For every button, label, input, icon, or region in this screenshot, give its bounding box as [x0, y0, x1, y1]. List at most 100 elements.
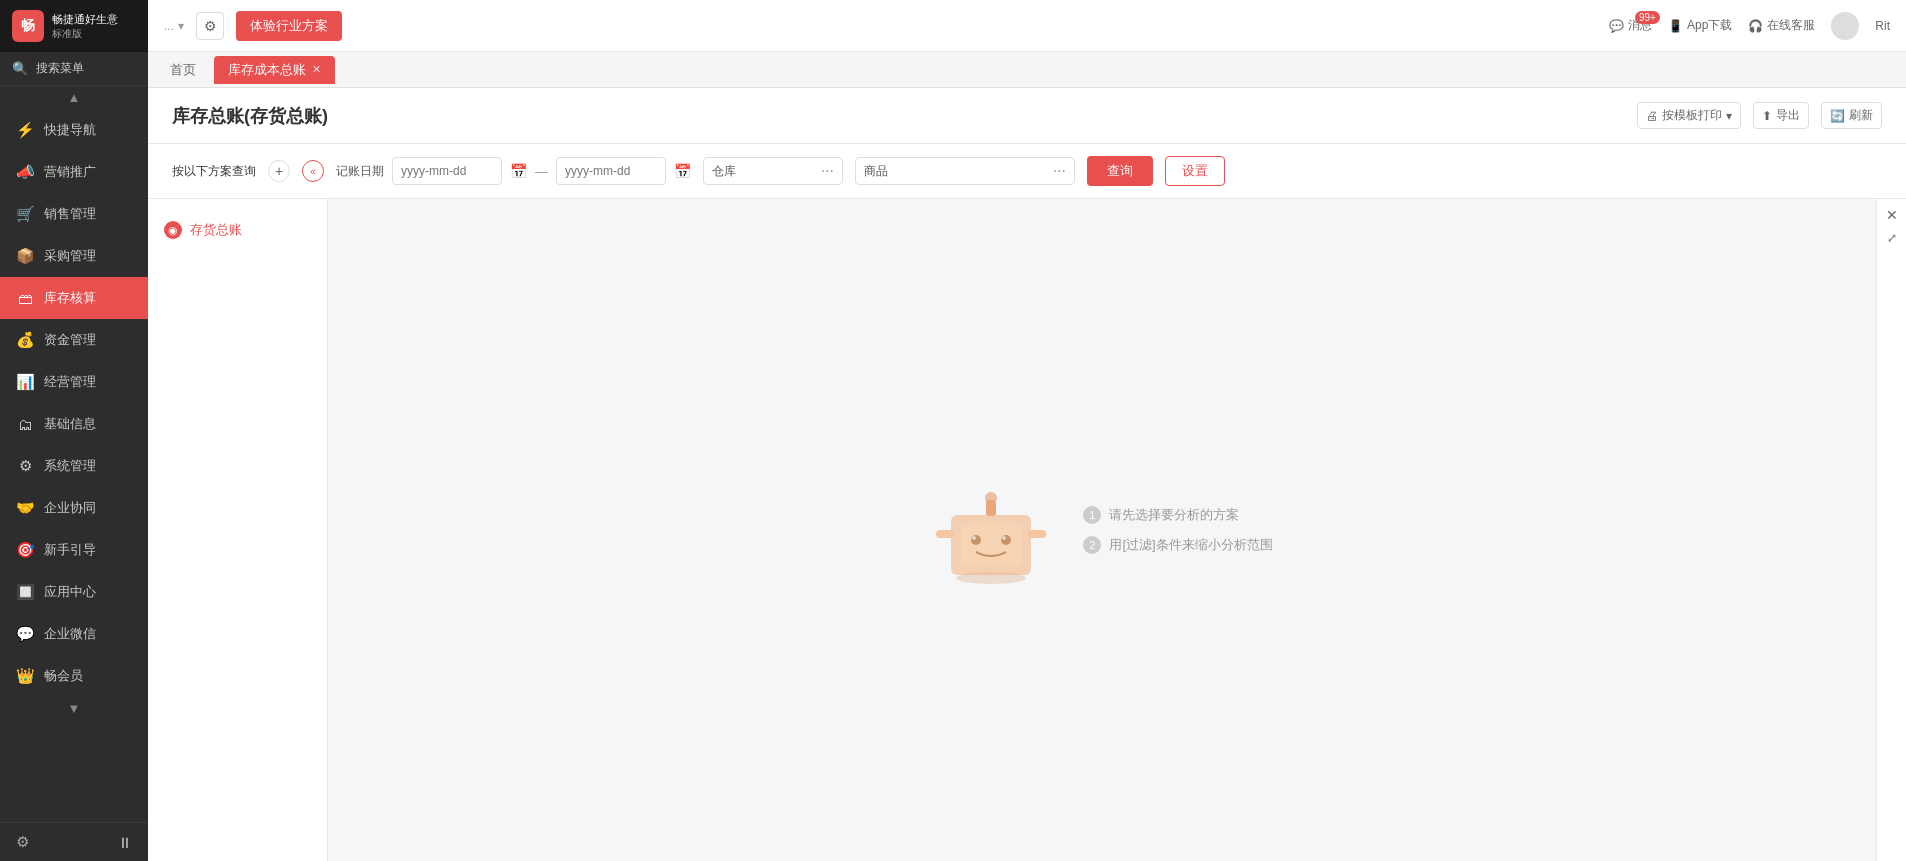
- product-label: 商品: [864, 163, 1053, 180]
- refresh-btn[interactable]: 🔄 刷新: [1821, 102, 1882, 129]
- message-icon: 💬: [1609, 19, 1624, 33]
- app-center-icon: 🔲: [16, 583, 34, 601]
- body-area: ◉ 存货总账: [148, 199, 1906, 861]
- product-select[interactable]: 商品 ···: [855, 157, 1075, 185]
- gear-button[interactable]: ⚙: [196, 12, 224, 40]
- sidebar-item-vip[interactable]: 👑 畅会员: [0, 655, 148, 697]
- warehouse-select[interactable]: 仓库 ···: [703, 157, 843, 185]
- breadcrumb-chevron: ▾: [178, 19, 184, 33]
- settings-footer-icon[interactable]: ⚙: [16, 833, 29, 851]
- sidebar-item-cooperation[interactable]: 🤝 企业协同: [0, 487, 148, 529]
- user-avatar[interactable]: [1831, 12, 1859, 40]
- export-icon: ⬆: [1762, 109, 1772, 123]
- cooperation-icon: 🤝: [16, 499, 34, 517]
- sidebar-item-management[interactable]: 📊 经营管理: [0, 361, 148, 403]
- panel-close-icon[interactable]: ✕: [1886, 207, 1898, 223]
- sidebar-footer: ⚙ ⏸: [0, 822, 148, 861]
- sidebar-item-capital[interactable]: 💰 资金管理: [0, 319, 148, 361]
- page-header: 库存总账(存货总账) 🖨 按模板打印 ▾ ⬆ 导出 🔄 刷新: [148, 88, 1906, 144]
- collapse-icon[interactable]: ⏸: [117, 834, 132, 851]
- scroll-down-btn[interactable]: ▼: [0, 697, 148, 720]
- guide-icon: 🎯: [16, 541, 34, 559]
- sidebar-item-base[interactable]: 🗂 基础信息: [0, 403, 148, 445]
- sidebar-nav: ▲ ⚡ 快捷导航 📣 营销推广 🛒 销售管理 📦 采购管理 🗃 库存核算 💰 资…: [0, 86, 148, 822]
- breadcrumb: ... ▾: [164, 19, 188, 33]
- side-filter-item-inventory-ledger[interactable]: ◉ 存货总账: [148, 211, 327, 249]
- inventory-icon: 🗃: [16, 290, 34, 307]
- date-end-input[interactable]: [556, 157, 666, 185]
- tab-home[interactable]: 首页: [156, 56, 210, 84]
- calendar-start-icon[interactable]: 📅: [510, 163, 527, 179]
- refresh-icon: 🔄: [1830, 109, 1845, 123]
- sidebar-search[interactable]: 🔍 搜索菜单: [0, 52, 148, 86]
- warehouse-more-icon: ···: [821, 162, 834, 180]
- filter-label: 按以下方案查询: [172, 163, 256, 180]
- shortcut-icon: ⚡: [16, 121, 34, 139]
- right-panel: ✕ ⤢: [1876, 199, 1906, 861]
- purchase-icon: 📦: [16, 247, 34, 265]
- topbar: ... ▾ ⚙ 体验行业方案 💬 消息 99+ 📱 App下载 🎧 在线客服: [148, 0, 1906, 52]
- tabbar: 首页 库存成本总账 ✕: [148, 52, 1906, 88]
- topbar-right: 💬 消息 99+ 📱 App下载 🎧 在线客服 Rit: [1609, 12, 1890, 40]
- sidebar-item-guide[interactable]: 🎯 新手引导: [0, 529, 148, 571]
- logo-text: 畅捷通好生意 标准版: [52, 12, 118, 39]
- warehouse-label: 仓库: [712, 163, 821, 180]
- svg-rect-1: [961, 525, 1021, 565]
- filter-collapse-btn[interactable]: «: [302, 160, 324, 182]
- svg-point-10: [956, 572, 1026, 584]
- template-print-btn[interactable]: 🖨 按模板打印 ▾: [1637, 102, 1741, 129]
- date-field-label: 记账日期: [336, 163, 384, 180]
- inventory-ledger-icon: ◉: [164, 221, 182, 239]
- export-btn[interactable]: ⬆ 导出: [1753, 102, 1809, 129]
- settings-button[interactable]: 设置: [1165, 156, 1225, 186]
- svg-point-9: [1002, 536, 1006, 540]
- svg-rect-7: [1028, 530, 1046, 538]
- header-actions: 🖨 按模板打印 ▾ ⬆ 导出 🔄 刷新: [1637, 102, 1882, 129]
- sidebar-item-inventory[interactable]: 🗃 库存核算: [0, 277, 148, 319]
- vip-icon: 👑: [16, 667, 34, 685]
- main-area: ... ▾ ⚙ 体验行业方案 💬 消息 99+ 📱 App下载 🎧 在线客服: [148, 0, 1906, 861]
- empty-state: 1 请先选择要分析的方案 2 用[过滤]条件来缩小分析范围: [328, 199, 1876, 861]
- online-service-btn[interactable]: 🎧 在线客服: [1748, 17, 1815, 34]
- sidebar-item-marketing[interactable]: 📣 营销推广: [0, 151, 148, 193]
- calendar-end-icon[interactable]: 📅: [674, 163, 691, 179]
- sidebar-item-purchase[interactable]: 📦 采购管理: [0, 235, 148, 277]
- message-btn[interactable]: 💬 消息 99+: [1609, 17, 1652, 34]
- dropdown-arrow-icon: ▾: [1726, 109, 1732, 123]
- scroll-up-btn[interactable]: ▲: [0, 86, 148, 109]
- app-logo: 畅 畅捷通好生意 标准版: [0, 0, 148, 52]
- system-icon: ⚙: [16, 457, 34, 475]
- search-icon: 🔍: [12, 61, 28, 76]
- filter-add-btn[interactable]: +: [268, 160, 290, 182]
- empty-illustration: [931, 470, 1051, 590]
- print-icon: 🖨: [1646, 109, 1658, 123]
- sidebar: 畅 畅捷通好生意 标准版 🔍 搜索菜单 ▲ ⚡ 快捷导航 📣 营销推广 🛒 销售…: [0, 0, 148, 861]
- empty-step-2: 2 用[过滤]条件来缩小分析范围: [1083, 536, 1272, 554]
- query-button[interactable]: 查询: [1087, 156, 1153, 186]
- sidebar-item-sales[interactable]: 🛒 销售管理: [0, 193, 148, 235]
- empty-step-1: 1 请先选择要分析的方案: [1083, 506, 1272, 524]
- content-area: 库存总账(存货总账) 🖨 按模板打印 ▾ ⬆ 导出 🔄 刷新 按以下方案查询: [148, 88, 1906, 861]
- sales-icon: 🛒: [16, 205, 34, 223]
- app-download-btn[interactable]: 📱 App下载: [1668, 17, 1732, 34]
- page-title: 库存总账(存货总账): [172, 104, 328, 128]
- step-2-num: 2: [1083, 536, 1101, 554]
- sidebar-item-system[interactable]: ⚙ 系统管理: [0, 445, 148, 487]
- base-icon: 🗂: [16, 416, 34, 433]
- date-start-input[interactable]: [392, 157, 502, 185]
- industry-btn[interactable]: 体验行业方案: [236, 11, 342, 41]
- sidebar-item-wechat[interactable]: 💬 企业微信: [0, 613, 148, 655]
- sidebar-item-shortcut[interactable]: ⚡ 快捷导航: [0, 109, 148, 151]
- tab-close-icon[interactable]: ✕: [312, 63, 321, 76]
- svg-point-5: [985, 492, 997, 504]
- phone-icon: 📱: [1668, 19, 1683, 33]
- gear-icon: ⚙: [204, 18, 217, 34]
- panel-expand-icon[interactable]: ⤢: [1887, 231, 1897, 245]
- logo-icon: 畅: [12, 10, 44, 42]
- sidebar-item-app-center[interactable]: 🔲 应用中心: [0, 571, 148, 613]
- topbar-left: ... ▾ ⚙ 体验行业方案: [164, 11, 1609, 41]
- tab-inventory-ledger[interactable]: 库存成本总账 ✕: [214, 56, 335, 84]
- wechat-icon: 💬: [16, 625, 34, 643]
- date-filter-group: 记账日期 📅 — 📅: [336, 157, 691, 185]
- product-more-icon: ···: [1053, 162, 1066, 180]
